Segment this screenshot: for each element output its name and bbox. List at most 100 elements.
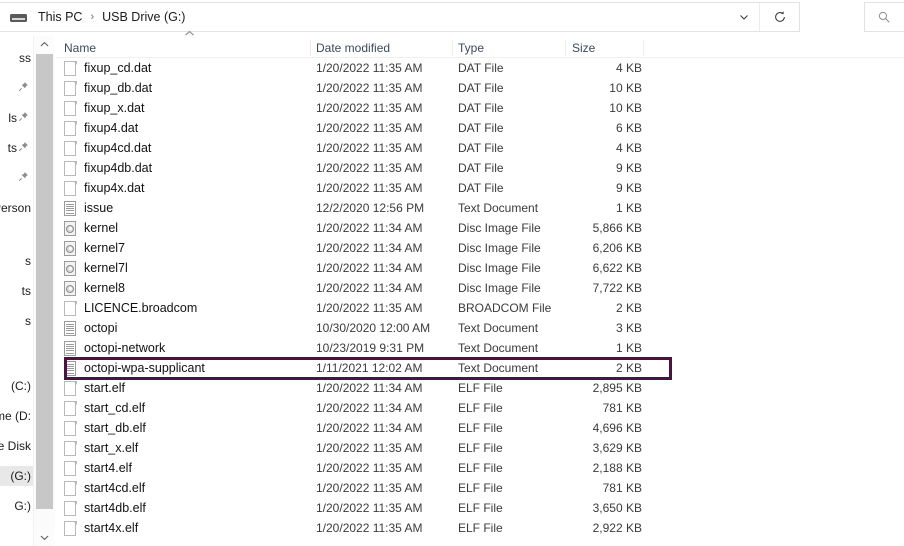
- file-row[interactable]: fixup4.dat 1/20/2022 11:35 AM DAT File 6 KB: [56, 118, 904, 138]
- nav-item[interactable]: e Disk: [0, 436, 33, 456]
- file-name-cell[interactable]: kernel7l: [64, 258, 310, 278]
- search-input[interactable]: [864, 2, 904, 32]
- file-row[interactable]: start4db.elf 1/20/2022 11:35 AM ELF File 3,…: [56, 498, 904, 518]
- file-row[interactable]: kernel7l 1/20/2022 11:34 AM Disc Image Fil…: [56, 258, 904, 278]
- file-name-cell[interactable]: start4.elf: [64, 458, 310, 478]
- file-size: 2,895 KB: [592, 381, 642, 395]
- file-row[interactable]: kernel8 1/20/2022 11:34 AM Disc Image File…: [56, 278, 904, 298]
- breadcrumb-usb-drive[interactable]: USB Drive (G:): [99, 8, 188, 26]
- column-divider[interactable]: [310, 40, 311, 56]
- file-date-modified: 1/20/2022 11:35 AM: [316, 61, 423, 75]
- column-divider[interactable]: [452, 40, 453, 56]
- file-name-cell[interactable]: kernel8: [64, 278, 310, 298]
- file-size: 4 KB: [615, 141, 642, 155]
- file-name-cell[interactable]: start_db.elf: [64, 418, 310, 438]
- file-name-cell[interactable]: start.elf: [64, 378, 310, 398]
- nav-item[interactable]: me (D:: [0, 406, 33, 426]
- nav-item[interactable]: (G:): [0, 466, 33, 486]
- nav-item[interactable]: (C:): [0, 376, 33, 396]
- file-name-cell[interactable]: kernel7: [64, 238, 310, 258]
- file-name-cell[interactable]: fixup4x.dat: [64, 178, 310, 198]
- file-name-cell[interactable]: octopi: [64, 318, 310, 338]
- file-name-cell[interactable]: start_cd.elf: [64, 398, 310, 418]
- nav-item[interactable]: ss: [0, 48, 33, 68]
- file-name-cell[interactable]: fixup4.dat: [64, 118, 310, 138]
- nav-item[interactable]: s: [0, 251, 33, 271]
- file-list[interactable]: fixup_cd.dat 1/20/2022 11:35 AM DAT File 4 …: [56, 58, 904, 546]
- file-size: 5,866 KB: [592, 221, 642, 235]
- file-row[interactable]: fixup4db.dat 1/20/2022 11:35 AM DAT File 9 …: [56, 158, 904, 178]
- column-divider[interactable]: [643, 40, 644, 56]
- file-name-cell[interactable]: start4x.elf: [64, 518, 310, 538]
- file-name-label: fixup4x.dat: [84, 181, 145, 195]
- file-name-cell[interactable]: start4db.elf: [64, 498, 310, 518]
- file-name-cell[interactable]: octopi-wpa-supplicant: [64, 358, 310, 378]
- file-row[interactable]: LICENCE.broadcom 1/20/2022 11:35 AM BROADC…: [56, 298, 904, 318]
- file-name-cell[interactable]: LICENCE.broadcom: [64, 298, 310, 318]
- file-row[interactable]: kernel7 1/20/2022 11:34 AM Disc Image File…: [56, 238, 904, 258]
- nav-item[interactable]: ts: [0, 138, 33, 158]
- file-name-cell[interactable]: start4cd.elf: [64, 478, 310, 498]
- column-header-name[interactable]: Name: [64, 38, 308, 58]
- column-header-size[interactable]: Size: [572, 38, 638, 58]
- plain-file-icon: [64, 480, 77, 496]
- nav-item[interactable]: s: [0, 311, 33, 331]
- file-name-cell[interactable]: issue: [64, 198, 310, 218]
- file-type: Disc Image File: [458, 261, 541, 275]
- plain-file-icon: [64, 180, 77, 196]
- file-row[interactable]: fixup_cd.dat 1/20/2022 11:35 AM DAT File 4 …: [56, 58, 904, 78]
- column-header-type[interactable]: Type: [458, 38, 562, 58]
- plain-file-icon: [64, 60, 77, 76]
- nav-item[interactable]: ls: [0, 108, 33, 128]
- column-divider[interactable]: [565, 40, 566, 56]
- plain-file-icon: [64, 120, 77, 136]
- file-row[interactable]: kernel 1/20/2022 11:34 AM Disc Image File 5…: [56, 218, 904, 238]
- file-name-cell[interactable]: kernel: [64, 218, 310, 238]
- breadcrumb-this-pc[interactable]: This PC: [35, 8, 85, 26]
- file-size: 1 KB: [615, 341, 642, 355]
- chevron-down-icon[interactable]: [731, 3, 757, 31]
- column-header-date-modified[interactable]: Date modified: [316, 38, 452, 58]
- file-name-cell[interactable]: octopi-network: [64, 338, 310, 358]
- file-row[interactable]: start4cd.elf 1/20/2022 11:35 AM ELF File 78…: [56, 478, 904, 498]
- file-name-label: fixup_db.dat: [84, 81, 153, 95]
- file-date-modified: 1/20/2022 11:35 AM: [316, 481, 423, 495]
- nav-item[interactable]: [0, 78, 33, 98]
- scroll-down-arrow-icon[interactable]: [34, 529, 55, 546]
- file-row[interactable]: start.elf 1/20/2022 11:34 AM ELF File 2,895…: [56, 378, 904, 398]
- navigation-pane[interactable]: ss ls ts Person s ts s (C:) me (D: e Disk (G:) G:): [0, 36, 33, 546]
- file-row[interactable]: octopi 10/30/2020 12:00 AM Text Document 3 …: [56, 318, 904, 338]
- plain-file-icon: [64, 80, 77, 96]
- file-row[interactable]: fixup_x.dat 1/20/2022 11:35 AM DAT File 10 …: [56, 98, 904, 118]
- file-row[interactable]: octopi-wpa-supplicant 1/11/2021 12:02 AM T…: [56, 358, 904, 378]
- file-row[interactable]: octopi-network 10/23/2019 9:31 PM Text Doc…: [56, 338, 904, 358]
- file-row[interactable]: fixup_db.dat 1/20/2022 11:35 AM DAT File 10…: [56, 78, 904, 98]
- file-row[interactable]: issue 12/2/2020 12:56 PM Text Document 1 KB: [56, 198, 904, 218]
- column-header-row[interactable]: Name Date modified Type Size: [56, 30, 904, 58]
- scrollbar-thumb[interactable]: [36, 54, 53, 509]
- navigation-scrollbar[interactable]: [33, 36, 55, 546]
- file-row[interactable]: start_x.elf 1/20/2022 11:35 AM ELF File 3,6…: [56, 438, 904, 458]
- file-size: 6,622 KB: [592, 261, 642, 275]
- file-name-cell[interactable]: start_x.elf: [64, 438, 310, 458]
- nav-item[interactable]: G:): [0, 496, 33, 516]
- file-row[interactable]: fixup4x.dat 1/20/2022 11:35 AM DAT File 9 K…: [56, 178, 904, 198]
- refresh-icon[interactable]: [759, 3, 799, 31]
- file-name-cell[interactable]: fixup_x.dat: [64, 98, 310, 118]
- file-name-cell[interactable]: fixup4db.dat: [64, 158, 310, 178]
- breadcrumb-bar[interactable]: This PC › USB Drive (G:): [0, 2, 800, 32]
- file-row[interactable]: start_cd.elf 1/20/2022 11:34 AM ELF File 78…: [56, 398, 904, 418]
- file-name-cell[interactable]: fixup_cd.dat: [64, 58, 310, 78]
- nav-item[interactable]: ts: [0, 281, 33, 301]
- scroll-up-arrow-icon[interactable]: [34, 36, 55, 53]
- file-name-cell[interactable]: fixup_db.dat: [64, 78, 310, 98]
- file-row[interactable]: start4x.elf 1/20/2022 11:35 AM ELF File 2,9…: [56, 518, 904, 538]
- file-row[interactable]: start_db.elf 1/20/2022 11:34 AM ELF File 4,…: [56, 418, 904, 438]
- file-name-cell[interactable]: fixup4cd.dat: [64, 138, 310, 158]
- file-row[interactable]: start4.elf 1/20/2022 11:35 AM ELF File 2,18…: [56, 458, 904, 478]
- nav-item[interactable]: [0, 168, 33, 188]
- search-icon: [877, 10, 891, 24]
- nav-item[interactable]: Person: [0, 198, 33, 218]
- file-type: ELF File: [458, 401, 503, 415]
- file-row[interactable]: fixup4cd.dat 1/20/2022 11:35 AM DAT File 4 …: [56, 138, 904, 158]
